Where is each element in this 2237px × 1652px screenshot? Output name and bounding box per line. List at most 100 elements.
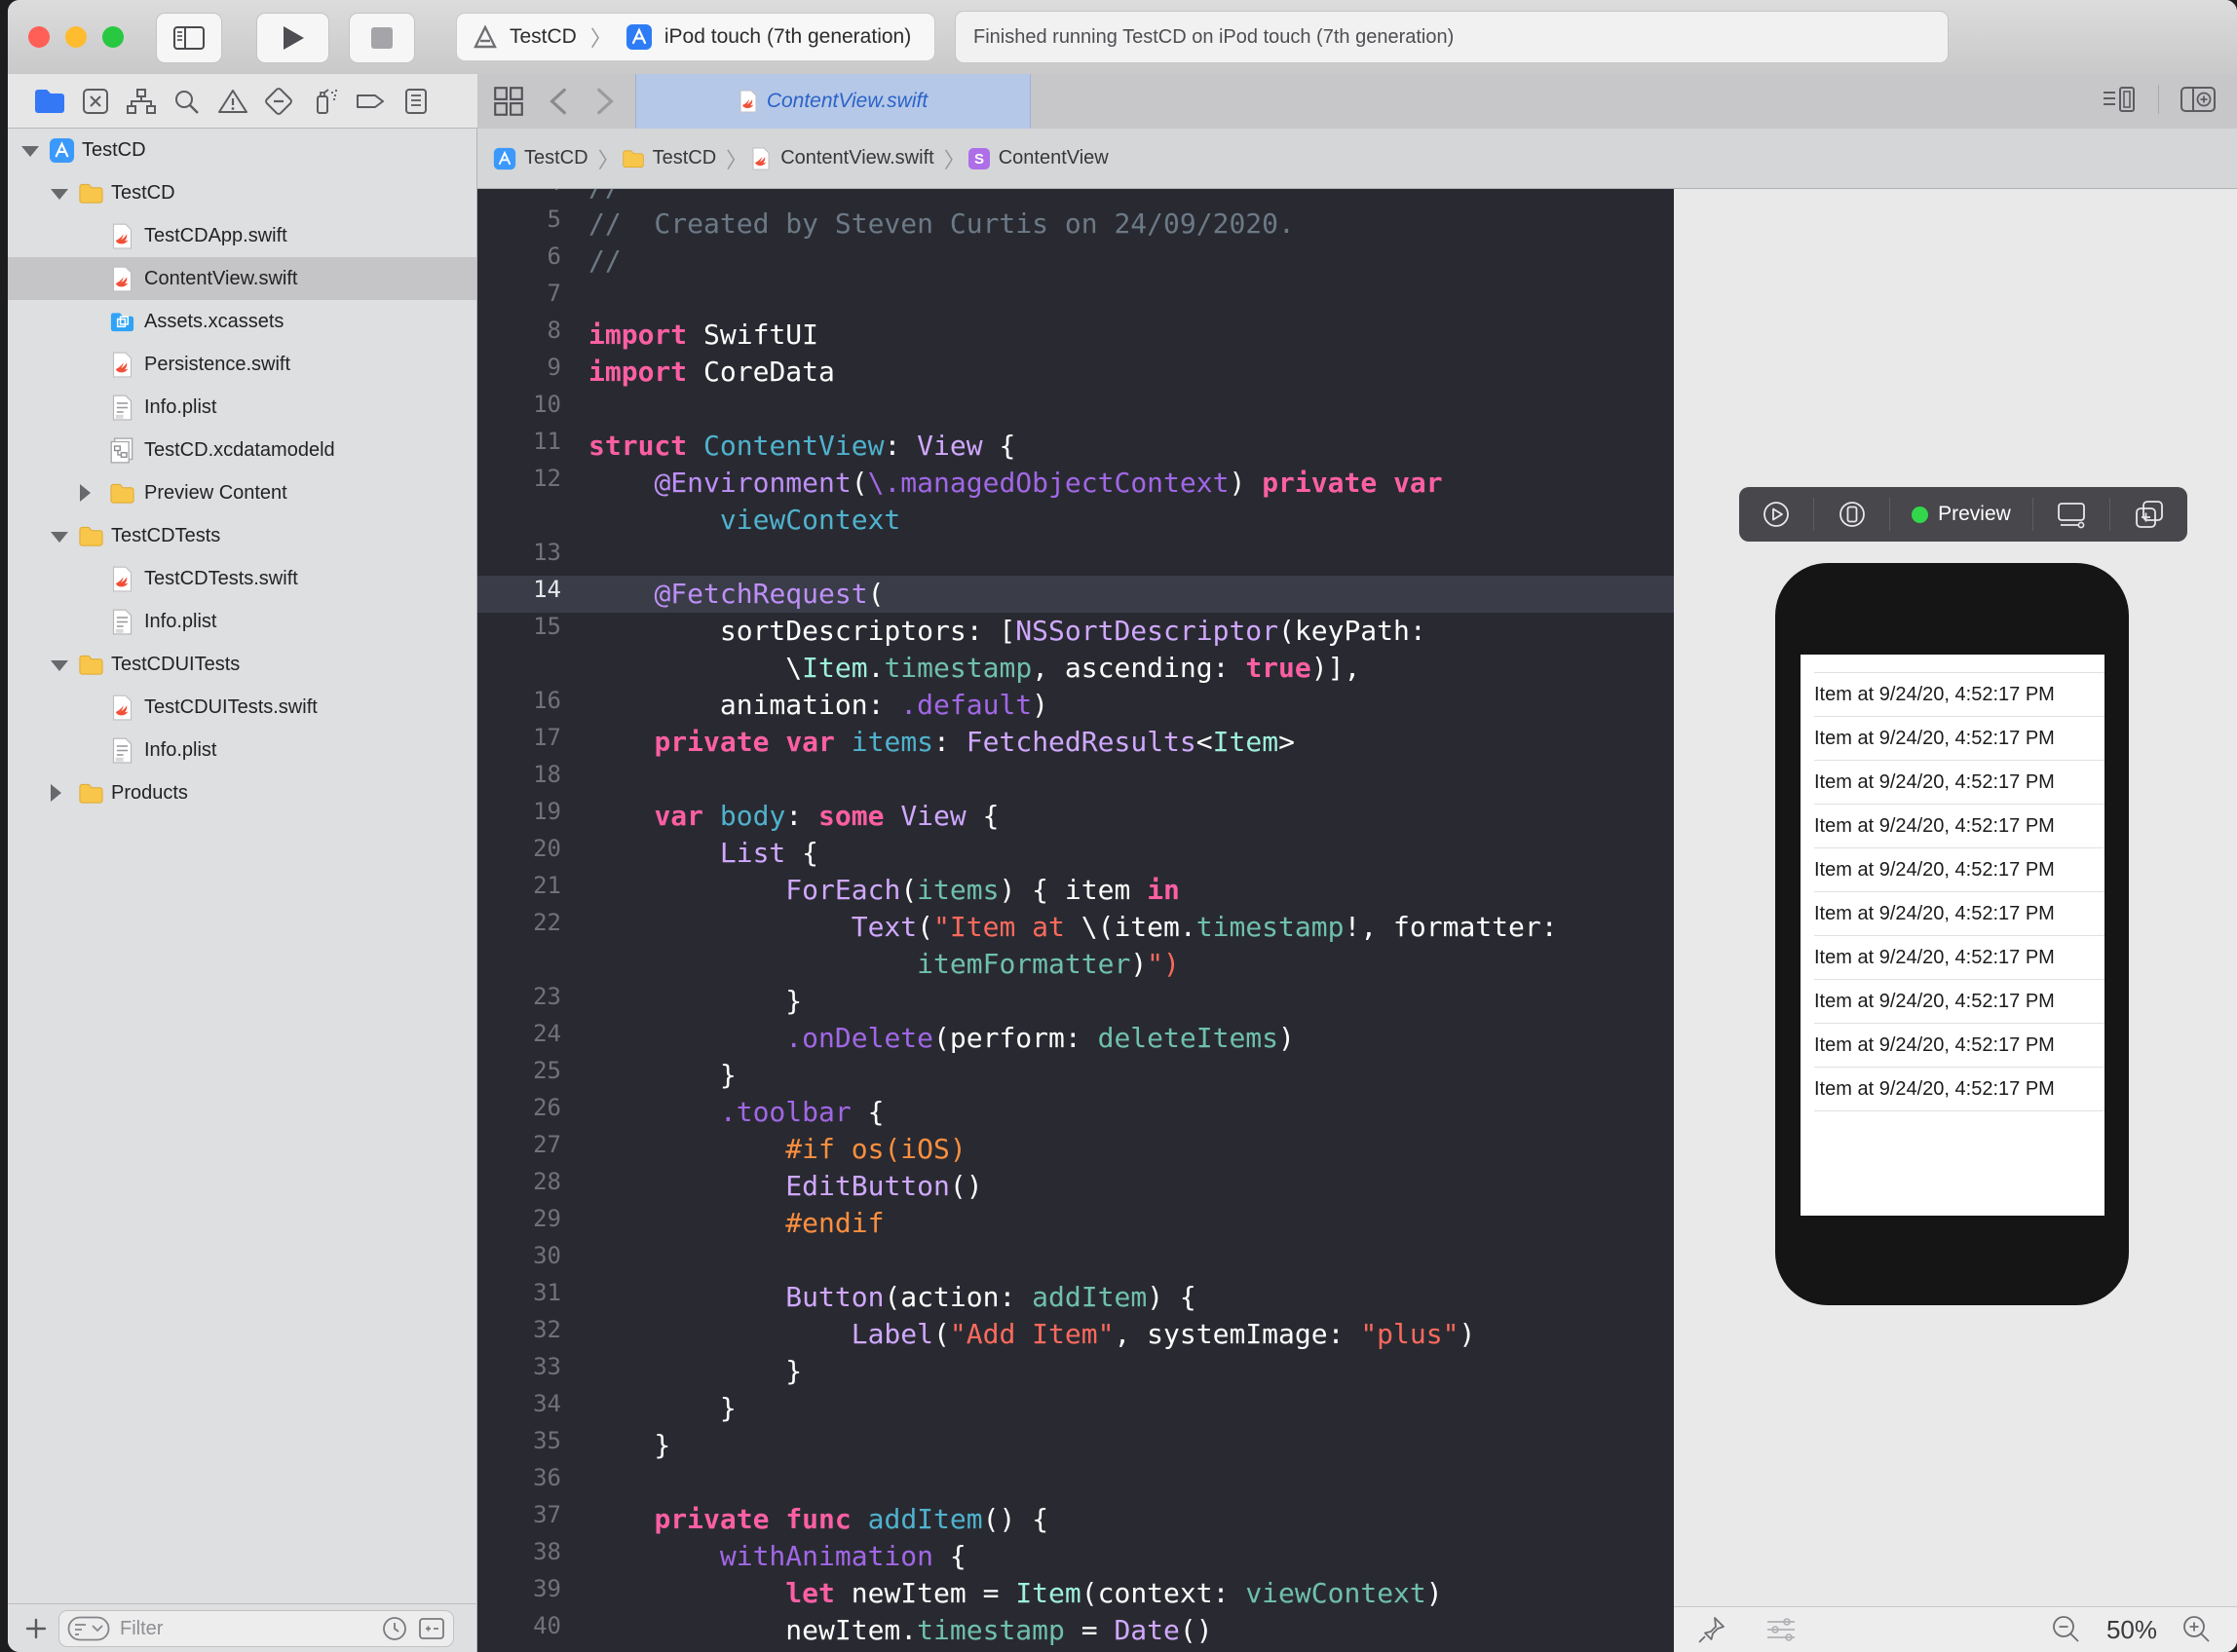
list-item[interactable]: Item at 9/24/20, 4:52:17 PM [1814, 892, 2104, 936]
find-navigator-icon[interactable] [171, 87, 204, 116]
filter-options-icon[interactable] [67, 1616, 110, 1641]
code-line-11[interactable]: 11 struct ContentView: View { [477, 428, 1674, 465]
list-item[interactable]: Item at 9/24/20, 4:52:17 PM [1814, 761, 2104, 805]
code-line-wrap[interactable]: viewContext [477, 502, 1674, 539]
filter-input[interactable]: Filter [58, 1610, 454, 1647]
code-line-37[interactable]: 37 private func addItem() { [477, 1501, 1674, 1538]
file-row-testcd[interactable]: TestCD [8, 171, 476, 214]
pin-preview-icon[interactable] [1695, 1613, 1728, 1646]
list-item[interactable]: Item at 9/24/20, 4:52:17 PM [1814, 672, 2104, 717]
code-line-21[interactable]: 21 ForEach(items) { item in [477, 872, 1674, 909]
add-file-button[interactable] [21, 1612, 51, 1645]
zoom-out-button[interactable] [2050, 1613, 2083, 1646]
breadcrumb-testcd[interactable]: TestCD [622, 147, 716, 170]
file-row-products[interactable]: Products [8, 771, 476, 814]
file-row-testcd-xcdatamodeld[interactable]: TestCD.xcdatamodeld [8, 429, 476, 471]
zoom-in-button[interactable] [2180, 1613, 2214, 1646]
issue-navigator-icon[interactable] [216, 87, 249, 116]
file-row-testcd[interactable]: TestCD [8, 129, 476, 171]
code-line-23[interactable]: 23 } [477, 983, 1674, 1020]
stop-button[interactable] [349, 13, 415, 63]
breadcrumb-testcd[interactable]: TestCD [493, 147, 588, 170]
file-row-assets-xcassets[interactable]: Assets.xcassets [8, 300, 476, 343]
code-line-13[interactable]: 13 [477, 539, 1674, 576]
list-item[interactable]: Item at 9/24/20, 4:52:17 PM [1814, 1068, 2104, 1111]
list-item[interactable]: Item at 9/24/20, 4:52:17 PM [1814, 848, 2104, 892]
minimize-window-button[interactable] [65, 26, 87, 48]
code-line-4[interactable]: 4 // [477, 189, 1674, 206]
file-row-persistence-swift[interactable]: Persistence.swift [8, 343, 476, 386]
scheme-selector[interactable]: TestCD 〉 iPod touch (7th generation) [456, 13, 935, 61]
disclosure-open-icon[interactable] [51, 188, 68, 200]
code-line-28[interactable]: 28 EditButton() [477, 1168, 1674, 1205]
file-row-testcdtests[interactable]: TestCDTests [8, 514, 476, 557]
code-line-7[interactable]: 7 [477, 280, 1674, 317]
debug-navigator-icon[interactable] [308, 87, 341, 116]
toggle-navigator-button[interactable] [156, 13, 222, 63]
preview-on-device-button[interactable] [1837, 499, 1868, 530]
file-row-testcdapp-swift[interactable]: TestCDApp.swift [8, 214, 476, 257]
list-item[interactable]: Item at 9/24/20, 4:52:17 PM [1814, 1024, 2104, 1068]
source-control-status-icon[interactable] [418, 1615, 445, 1642]
code-line-6[interactable]: 6 // [477, 243, 1674, 280]
disclosure-closed-icon[interactable] [51, 784, 61, 802]
code-line-39[interactable]: 39 let newItem = Item(context: viewConte… [477, 1575, 1674, 1612]
code-line-8[interactable]: 8 import SwiftUI [477, 317, 1674, 354]
code-line-36[interactable]: 36 [477, 1464, 1674, 1501]
code-line-wrap[interactable]: \Item.timestamp, ascending: true)], [477, 650, 1674, 687]
live-preview-button[interactable] [1761, 499, 1792, 530]
editor-options-icon[interactable] [2100, 82, 2139, 117]
duplicate-preview-button[interactable] [2133, 498, 2166, 531]
code-line-5[interactable]: 5 // Created by Steven Curtis on 24/09/20… [477, 206, 1674, 243]
code-line-15[interactable]: 15 sortDescriptors: [NSSortDescriptor(ke… [477, 613, 1674, 650]
preview-environment-button[interactable] [2055, 498, 2088, 531]
disclosure-open-icon[interactable] [21, 145, 39, 157]
code-line-32[interactable]: 32 Label("Add Item", systemImage: "plus"… [477, 1316, 1674, 1353]
code-line-20[interactable]: 20 List { [477, 835, 1674, 872]
list-item[interactable]: Item at 9/24/20, 4:52:17 PM [1814, 717, 2104, 761]
related-items-icon[interactable] [491, 84, 526, 119]
list-item[interactable]: Item at 9/24/20, 4:52:17 PM [1814, 805, 2104, 848]
code-line-29[interactable]: 29 #endif [477, 1205, 1674, 1242]
code-line-25[interactable]: 25 } [477, 1057, 1674, 1094]
disclosure-open-icon[interactable] [51, 531, 68, 543]
code-line-40[interactable]: 40 newItem.timestamp = Date() [477, 1612, 1674, 1649]
source-editor[interactable]: 4 // 5 // Created by Steven Curtis on 24/09… [477, 189, 1674, 1652]
breakpoint-navigator-icon[interactable] [354, 87, 387, 116]
file-row-testcduitests[interactable]: TestCDUITests [8, 643, 476, 686]
file-row-testcduitests-swift[interactable]: TestCDUITests.swift [8, 686, 476, 729]
code-line-9[interactable]: 9 import CoreData [477, 354, 1674, 391]
code-line-17[interactable]: 17 private var items: FetchedResults<Ite… [477, 724, 1674, 761]
jump-bar[interactable]: TestCD 〉 TestCD 〉 ContentView.swift 〉 S Content… [477, 129, 2237, 189]
code-line-16[interactable]: 16 animation: .default) [477, 687, 1674, 724]
adjust-preview-icon[interactable] [1763, 1613, 1799, 1646]
report-navigator-icon[interactable] [399, 87, 433, 116]
zoom-window-button[interactable] [102, 26, 124, 48]
file-row-info-plist[interactable]: Info.plist [8, 386, 476, 429]
symbol-navigator-icon[interactable] [125, 87, 158, 116]
code-line-27[interactable]: 27 #if os(iOS) [477, 1131, 1674, 1168]
breadcrumb-contentview[interactable]: S ContentView [967, 147, 1109, 170]
add-editor-icon[interactable] [2179, 82, 2219, 117]
disclosure-closed-icon[interactable] [80, 484, 91, 502]
code-line-wrap[interactable]: itemFormatter)") [477, 946, 1674, 983]
file-row-contentview-swift[interactable]: ContentView.swift [8, 257, 476, 300]
recent-files-icon[interactable] [381, 1615, 408, 1642]
back-button-icon[interactable] [542, 84, 577, 119]
test-navigator-icon[interactable] [262, 87, 295, 116]
disclosure-open-icon[interactable] [51, 659, 68, 671]
list-item[interactable]: Item at 9/24/20, 4:52:17 PM [1814, 980, 2104, 1024]
file-row-testcdtests-swift[interactable]: TestCDTests.swift [8, 557, 476, 600]
code-line-31[interactable]: 31 Button(action: addItem) { [477, 1279, 1674, 1316]
code-line-10[interactable]: 10 [477, 391, 1674, 428]
code-line-18[interactable]: 18 [477, 761, 1674, 798]
forward-button-icon[interactable] [587, 84, 622, 119]
source-control-navigator-icon[interactable] [79, 87, 112, 116]
code-line-35[interactable]: 35 } [477, 1427, 1674, 1464]
breadcrumb-contentview-swift[interactable]: ContentView.swift [749, 147, 934, 170]
run-button[interactable] [256, 13, 329, 63]
code-line-26[interactable]: 26 .toolbar { [477, 1094, 1674, 1131]
code-line-38[interactable]: 38 withAnimation { [477, 1538, 1674, 1575]
close-window-button[interactable] [28, 26, 50, 48]
code-line-22[interactable]: 22 Text("Item at \(item.timestamp!, form… [477, 909, 1674, 946]
